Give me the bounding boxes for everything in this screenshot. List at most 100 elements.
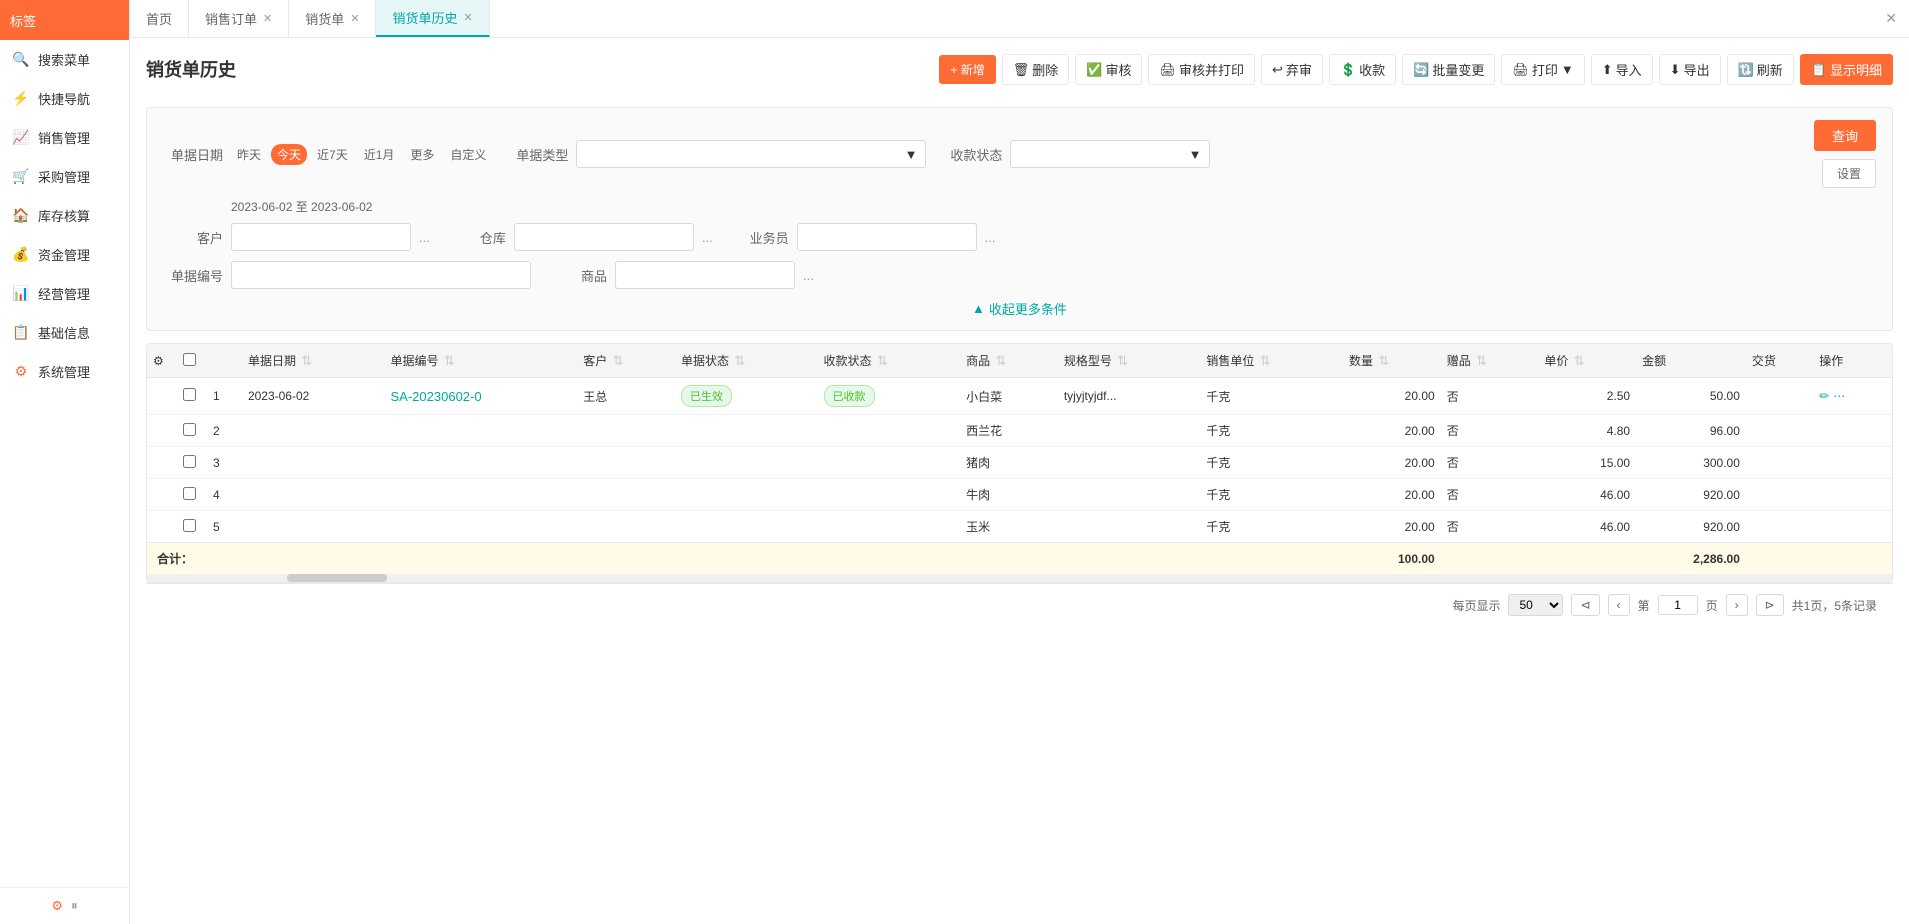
tab-sales-history[interactable]: 销货单历史 ✕ [376,0,489,37]
col-checkbox[interactable] [177,344,207,378]
warehouse-input[interactable] [514,223,694,251]
customer-input[interactable] [231,223,411,251]
cell-docno[interactable] [385,479,578,511]
shortcut-custom[interactable]: 自定义 [444,144,492,165]
customer-dots[interactable]: ... [419,230,430,245]
cell-docno[interactable] [385,511,578,543]
cell-docno[interactable] [385,415,578,447]
new-button[interactable]: + 新增 [939,55,995,84]
col-customer[interactable]: 客户 ⇅ [577,344,675,378]
docno-input[interactable] [231,261,531,289]
col-collectstatus[interactable]: 收款状态 ⇅ [818,344,961,378]
tab-sales-order-close[interactable]: ✕ [263,12,272,25]
row-checkbox[interactable] [183,455,196,468]
print-button[interactable]: 🖨 打印 ▼ [1501,54,1584,85]
next-page-btn[interactable]: › [1726,594,1748,616]
delete-button[interactable]: 🗑 删除 [1002,54,1070,85]
cell-checkbox[interactable] [177,378,207,415]
tab-sales-history-close[interactable]: ✕ [464,11,473,24]
sidebar-bottom-icon1[interactable]: ⚙ [51,898,63,914]
row-checkbox[interactable] [183,487,196,500]
more-action[interactable]: ⋯ [1833,389,1845,403]
col-unit[interactable]: 销售单位 ⇅ [1200,344,1343,378]
collect-status-select[interactable]: ▼ [1010,140,1210,168]
cell-action[interactable] [1813,511,1892,543]
sidebar-item-search[interactable]: 🔍 搜索菜单 [0,40,129,79]
sidebar-item-operations[interactable]: 📊 经营管理 [0,274,129,313]
collapse-button[interactable]: ▲ 收起更多条件 [163,299,1876,318]
tab-home[interactable]: 首页 [130,0,189,37]
edit-action[interactable]: ✏ [1819,389,1829,403]
cell-action[interactable] [1813,479,1892,511]
scrollbar-thumb[interactable] [287,574,387,582]
col-docno[interactable]: 单据编号 ⇅ [385,344,578,378]
col-goods[interactable]: 商品 ⇅ [960,344,1058,378]
refresh-button[interactable]: 🔃 刷新 [1727,54,1794,85]
col-spec[interactable]: 规格型号 ⇅ [1058,344,1201,378]
cell-checkbox[interactable] [177,511,207,543]
doc-type-select[interactable]: ▼ [576,140,926,168]
first-page-btn[interactable]: ⊲ [1571,594,1599,616]
cell-settings [147,415,177,447]
shortcut-7days[interactable]: 近7天 [311,144,354,165]
cell-checkbox[interactable] [177,479,207,511]
cell-action[interactable] [1813,415,1892,447]
review-button[interactable]: ✅ 审核 [1075,54,1142,85]
batch-change-button[interactable]: 🔄 批量变更 [1402,54,1495,85]
sidebar-item-quicknav[interactable]: ⚡ 快捷导航 [0,79,129,118]
sidebar-item-system[interactable]: ⚙ 系统管理 [0,352,129,391]
col-date[interactable]: 单据日期 ⇅ [242,344,385,378]
last-page-btn[interactable]: ⊳ [1756,594,1784,616]
cell-docno[interactable] [385,447,578,479]
page-input[interactable] [1658,595,1698,615]
salesperson-dots[interactable]: ... [985,230,996,245]
col-qty[interactable]: 数量 ⇅ [1343,344,1441,378]
doc-no-link[interactable]: SA-20230602-0 [391,389,482,404]
tab-sales-goods-close[interactable]: ✕ [350,12,359,25]
cell-action[interactable] [1813,447,1892,479]
cell-action[interactable]: ✏⋯ [1813,378,1892,415]
tab-sales-order[interactable]: 销售订单 ✕ [189,0,289,37]
sidebar-item-basic[interactable]: 📋 基础信息 [0,313,129,352]
cell-amount: 920.00 [1636,511,1746,543]
shortcut-yesterday[interactable]: 昨天 [231,144,267,165]
warehouse-dots[interactable]: ... [702,230,713,245]
goods-input[interactable] [615,261,795,289]
cell-checkbox[interactable] [177,415,207,447]
shortcut-more[interactable]: 更多 [404,144,440,165]
export-button[interactable]: ⬇ 导出 [1659,54,1721,85]
review-print-button[interactable]: 🖨 审核并打印 [1148,54,1255,85]
row-checkbox[interactable] [183,519,196,532]
abandon-button[interactable]: ↩ 弃审 [1261,54,1323,85]
prev-page-btn[interactable]: ‹ [1608,594,1630,616]
import-button[interactable]: ⬆ 导入 [1591,54,1653,85]
cell-settings [147,447,177,479]
shortcut-today[interactable]: 今天 [271,144,307,165]
col-settings[interactable]: ⚙ [147,344,177,378]
select-all-checkbox[interactable] [183,353,196,366]
collect-button[interactable]: 💲 收款 [1329,54,1396,85]
setting-button[interactable]: 设置 [1822,159,1876,188]
horizontal-scrollbar[interactable] [147,574,1892,582]
sidebar-item-finance[interactable]: 💰 资金管理 [0,235,129,274]
sidebar-item-purchase[interactable]: 🛒 采购管理 [0,157,129,196]
tab-sales-goods[interactable]: 销货单 ✕ [289,0,376,37]
cell-checkbox[interactable] [177,447,207,479]
col-price[interactable]: 单价 ⇅ [1538,344,1636,378]
shortcut-1month[interactable]: 近1月 [358,144,401,165]
salesperson-input[interactable] [797,223,977,251]
collect-status-filter-item: 收款状态 ▼ [942,140,1210,168]
sidebar-item-sales[interactable]: 📈 销售管理 [0,118,129,157]
cell-docno[interactable]: SA-20230602-0 [385,378,578,415]
row-checkbox[interactable] [183,388,196,401]
per-page-select[interactable]: 50 100 200 [1508,594,1563,616]
row-checkbox[interactable] [183,423,196,436]
show-detail-button[interactable]: 📋 显示明细 [1800,54,1893,85]
sidebar-item-inventory[interactable]: 🏠 库存核算 [0,196,129,235]
sidebar-bottom-icon2[interactable]: ⏸ [71,898,78,914]
query-button[interactable]: 查询 [1814,120,1876,151]
close-all-icon[interactable]: ✕ [1885,10,1897,27]
col-docstatus[interactable]: 单据状态 ⇅ [675,344,818,378]
goods-dots[interactable]: ... [803,268,814,283]
col-gift[interactable]: 赠品 ⇅ [1441,344,1539,378]
